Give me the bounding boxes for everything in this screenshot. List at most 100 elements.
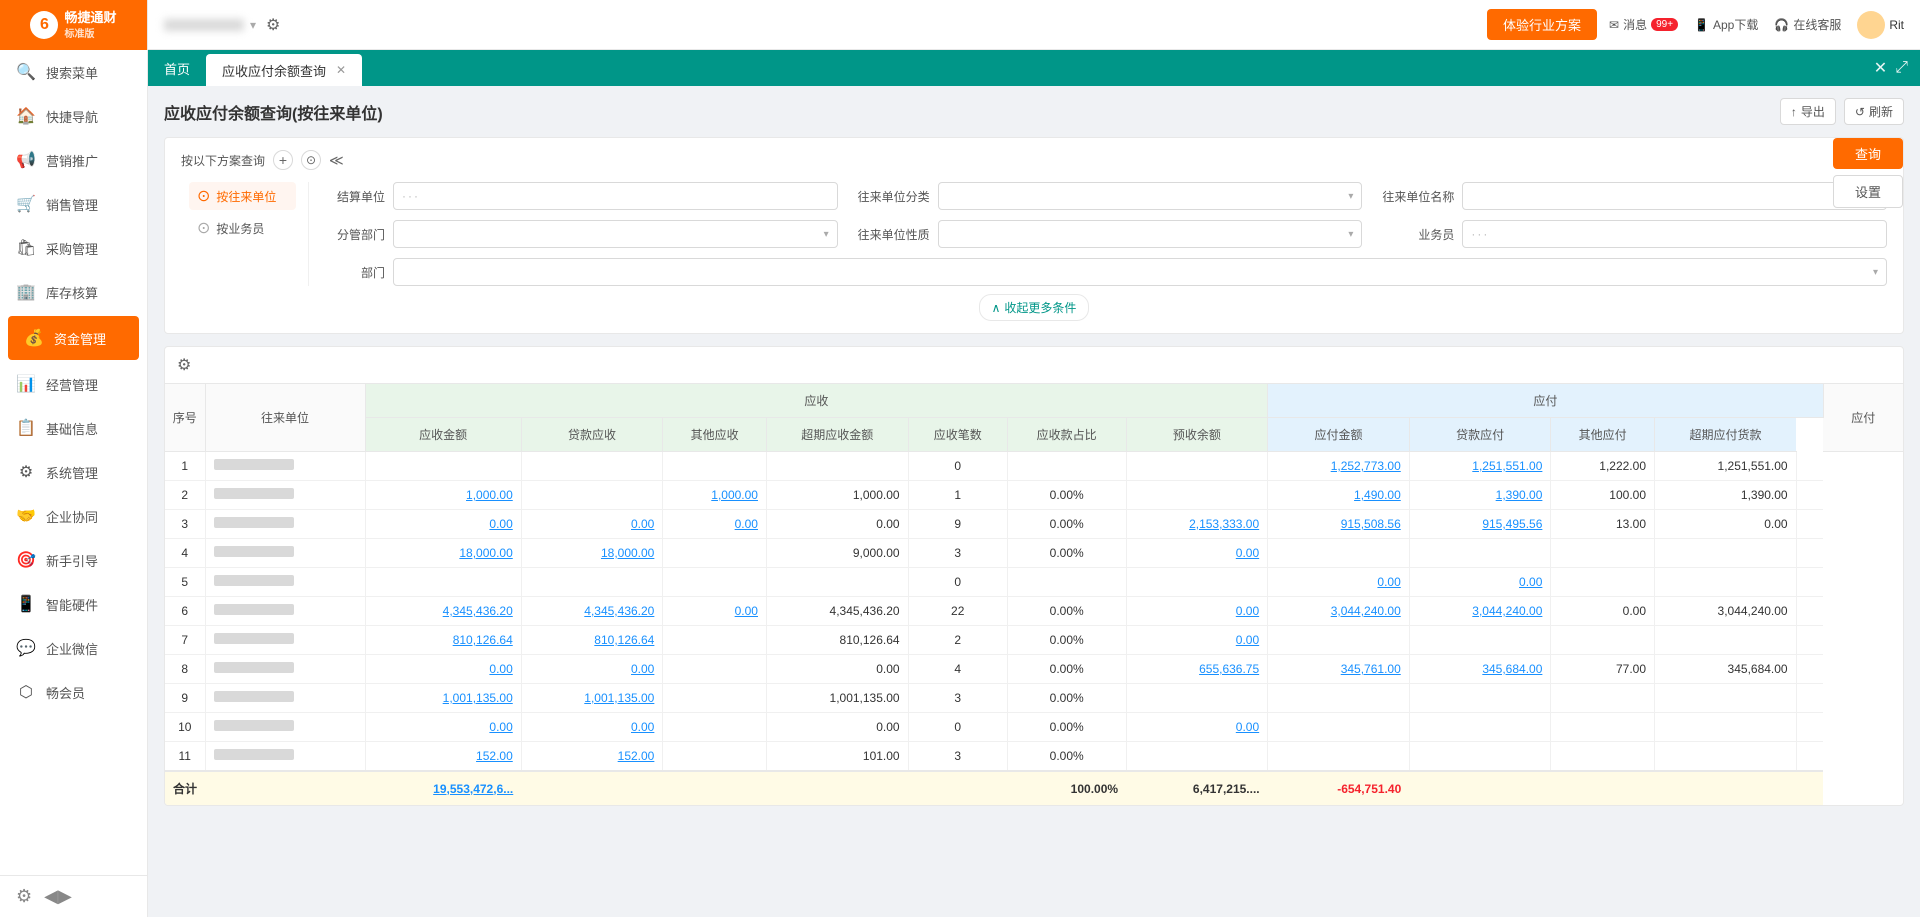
settings-gear-icon[interactable]: ⚙ xyxy=(262,11,284,39)
table-cell[interactable]: 0.00 xyxy=(663,510,767,539)
table-cell[interactable] xyxy=(663,713,767,742)
tab-home[interactable]: 首页 xyxy=(148,50,206,86)
filter-option-partner[interactable]: ⊙ 按往来单位 xyxy=(189,182,296,210)
table-cell[interactable]: 0.00 xyxy=(1409,568,1551,597)
table-cell[interactable]: 4,345,436.20 xyxy=(521,597,663,626)
filter-add-button[interactable]: + xyxy=(273,150,293,170)
table-cell[interactable] xyxy=(1126,481,1268,510)
table-scroll[interactable]: 序号 往来单位 应收 应付 应付 应收金额 贷款应收 其他应收 超期应收金额 应… xyxy=(165,384,1903,805)
table-cell[interactable]: 915,508.56 xyxy=(1268,510,1410,539)
sidebar-settings-btn[interactable]: ⚙ xyxy=(16,886,32,907)
table-cell[interactable]: 18,000.00 xyxy=(521,539,663,568)
sidebar-item-sales[interactable]: 🛒 销售管理 xyxy=(0,182,147,226)
table-cell[interactable]: 0.00 xyxy=(1126,626,1268,655)
partner-nature-input[interactable]: ▾ xyxy=(938,220,1363,248)
table-cell[interactable] xyxy=(1409,684,1551,713)
table-cell[interactable]: 18,000.00 xyxy=(365,539,521,568)
table-cell[interactable]: 0.00 xyxy=(1126,539,1268,568)
table-cell[interactable]: 655,636.75 xyxy=(1126,655,1268,684)
table-cell[interactable] xyxy=(365,452,521,481)
partner-category-input[interactable]: ▾ xyxy=(938,182,1363,210)
filter-option-salesperson[interactable]: ⊙ 按业务员 xyxy=(189,214,296,242)
table-cell[interactable] xyxy=(1409,742,1551,772)
table-cell[interactable] xyxy=(1409,626,1551,655)
table-cell[interactable]: 0.00 xyxy=(521,713,663,742)
sidebar-item-marketing[interactable]: 📢 营销推广 xyxy=(0,138,147,182)
table-cell[interactable] xyxy=(663,568,767,597)
service-group[interactable]: 🎧 在线客服 xyxy=(1774,16,1841,33)
table-cell[interactable] xyxy=(1268,626,1410,655)
table-cell[interactable]: 152.00 xyxy=(365,742,521,772)
sidebar-item-wechat[interactable]: 💬 企业微信 xyxy=(0,626,147,670)
table-cell[interactable] xyxy=(365,568,521,597)
table-cell[interactable]: 810,126.64 xyxy=(365,626,521,655)
sidebar-item-member[interactable]: ⬡ 畅会员 xyxy=(0,670,147,714)
tab-maximize-icon[interactable]: ⤢ xyxy=(1895,59,1908,77)
table-cell[interactable]: 0.00 xyxy=(365,713,521,742)
table-cell[interactable] xyxy=(1409,539,1551,568)
setting-button[interactable]: 设置 xyxy=(1833,175,1903,208)
table-cell[interactable]: 1,490.00 xyxy=(1268,481,1410,510)
table-cell[interactable] xyxy=(663,742,767,772)
table-cell[interactable] xyxy=(663,655,767,684)
table-cell[interactable]: 0.00 xyxy=(1126,713,1268,742)
table-cell[interactable]: 0.00 xyxy=(521,655,663,684)
sidebar-collapse-btn[interactable]: ◀▶ xyxy=(44,886,72,907)
footer-ar-total[interactable]: 19,553,472,6... xyxy=(365,771,521,805)
table-cell[interactable] xyxy=(663,452,767,481)
table-cell[interactable]: 152.00 xyxy=(521,742,663,772)
sidebar-item-guide[interactable]: 🎯 新手引导 xyxy=(0,538,147,582)
table-cell[interactable] xyxy=(1268,713,1410,742)
breadcrumb-chevron-icon[interactable]: ▾ xyxy=(250,18,256,32)
tab-ar-ap[interactable]: 应收应付余额查询 ✕ xyxy=(206,54,362,86)
table-cell[interactable] xyxy=(521,452,663,481)
sidebar-item-finance[interactable]: 💰 资金管理 xyxy=(8,316,139,360)
table-cell[interactable] xyxy=(1126,684,1268,713)
table-cell[interactable] xyxy=(521,568,663,597)
table-cell[interactable]: 0.00 xyxy=(1126,597,1268,626)
table-cell[interactable]: 1,000.00 xyxy=(365,481,521,510)
message-group[interactable]: ✉ 消息 99+ xyxy=(1609,16,1678,33)
collapse-button[interactable]: ∧ 收起更多条件 xyxy=(979,294,1090,321)
table-cell[interactable]: 1,390.00 xyxy=(1409,481,1551,510)
manage-dept-input[interactable]: ▾ xyxy=(393,220,838,248)
table-cell[interactable]: 345,761.00 xyxy=(1268,655,1410,684)
user-info[interactable]: Rit xyxy=(1857,11,1904,39)
app-download-group[interactable]: 📱 App下载 xyxy=(1694,16,1758,33)
table-cell[interactable] xyxy=(1268,742,1410,772)
partner-name-input[interactable] xyxy=(1462,182,1887,210)
table-cell[interactable]: 4,345,436.20 xyxy=(365,597,521,626)
table-cell[interactable]: 345,684.00 xyxy=(1409,655,1551,684)
table-cell[interactable] xyxy=(663,684,767,713)
table-cell[interactable]: 3,044,240.00 xyxy=(1268,597,1410,626)
table-cell[interactable]: 0.00 xyxy=(365,655,521,684)
tab-close-all-icon[interactable]: ✕ xyxy=(1874,58,1887,78)
sidebar-item-search[interactable]: 🔍 搜索菜单 xyxy=(0,50,147,94)
dept-input[interactable]: ▾ xyxy=(393,258,1887,286)
table-cell[interactable]: 1,001,135.00 xyxy=(521,684,663,713)
table-cell[interactable] xyxy=(521,481,663,510)
table-cell[interactable]: 1,251,551.00 xyxy=(1409,452,1551,481)
sidebar-item-purchase[interactable]: 🛍 采购管理 xyxy=(0,226,147,270)
promo-button[interactable]: 体验行业方案 xyxy=(1487,9,1597,40)
table-cell[interactable] xyxy=(1409,713,1551,742)
filter-fold-button[interactable]: ≪ xyxy=(329,152,344,169)
sidebar-item-system[interactable]: ⚙ 系统管理 xyxy=(0,450,147,494)
export-button[interactable]: ↑ 导出 xyxy=(1780,98,1836,125)
sidebar-item-nav[interactable]: 🏠 快捷导航 xyxy=(0,94,147,138)
table-cell[interactable] xyxy=(1268,539,1410,568)
sidebar-item-collab[interactable]: 🤝 企业协同 xyxy=(0,494,147,538)
table-cell[interactable] xyxy=(663,539,767,568)
tab-close-icon[interactable]: ✕ xyxy=(336,63,346,77)
table-cell[interactable]: 3,044,240.00 xyxy=(1409,597,1551,626)
table-cell[interactable] xyxy=(1268,684,1410,713)
salesperson-input[interactable]: ··· xyxy=(1462,220,1887,248)
table-cell[interactable] xyxy=(1126,742,1268,772)
table-cell[interactable]: 2,153,333.00 xyxy=(1126,510,1268,539)
table-cell[interactable] xyxy=(1126,452,1268,481)
table-cell[interactable]: 915,495.56 xyxy=(1409,510,1551,539)
refresh-button[interactable]: ↺ 刷新 xyxy=(1844,98,1904,125)
table-cell[interactable]: 0.00 xyxy=(1268,568,1410,597)
table-settings-icon[interactable]: ⚙ xyxy=(177,355,191,375)
sidebar-item-hardware[interactable]: 📱 智能硬件 xyxy=(0,582,147,626)
